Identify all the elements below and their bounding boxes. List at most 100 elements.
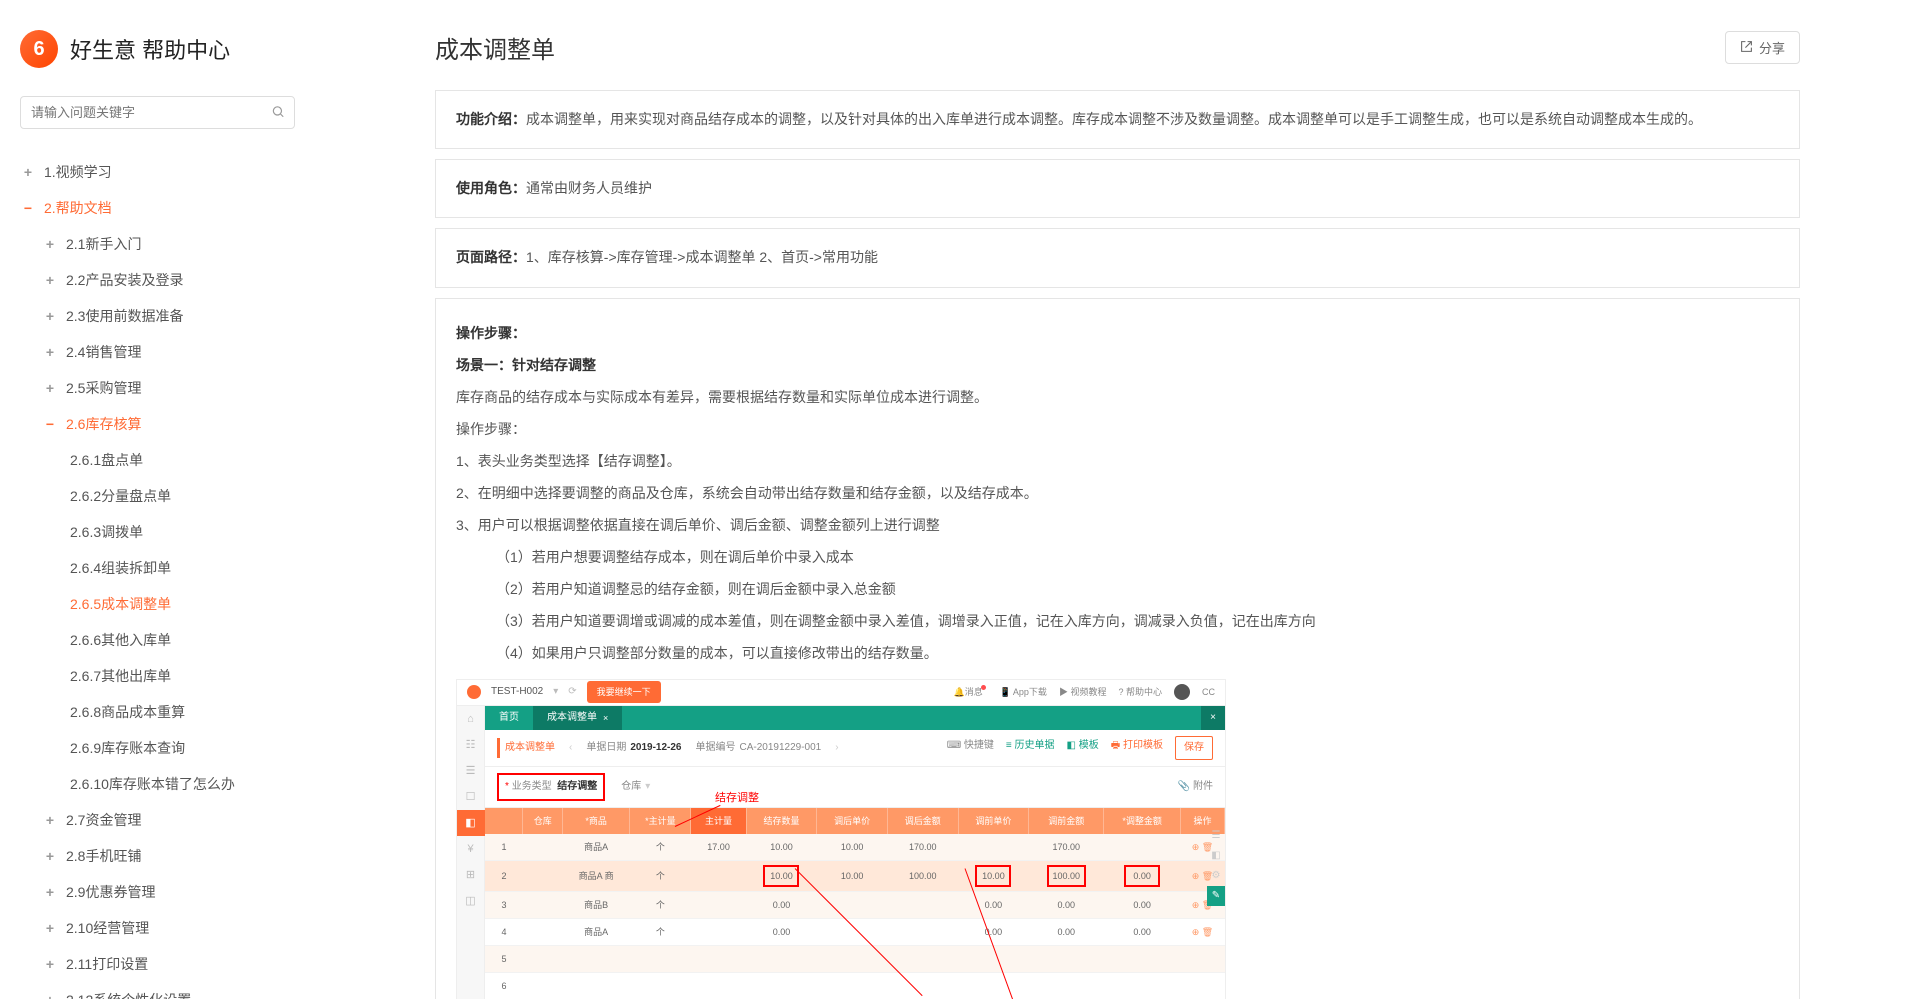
plus-icon [42, 380, 58, 396]
ss-cell [1029, 945, 1104, 972]
role-text: 通常由财务人员维护 [526, 180, 652, 196]
ss-cell: 10.00 [746, 834, 817, 861]
nav-item[interactable]: 2.4销售管理 [20, 334, 295, 370]
ss-cell: 0.00 [746, 918, 817, 945]
nav-item[interactable]: 2.6.5成本调整单 [20, 586, 295, 622]
ss-no-val: CA-20191229-001 [740, 738, 822, 758]
nav-item[interactable]: 2.6.4组装拆卸单 [20, 550, 295, 586]
nav-item[interactable]: 2.3使用前数据准备 [20, 298, 295, 334]
ss-cell: 0.00 [958, 891, 1029, 918]
ss-col-header: 主计量 [691, 808, 746, 834]
page-title: 成本调整单 [435, 30, 555, 65]
ss-table-row: 4商品A个0.000.000.000.00⊕ 🗑 [485, 918, 1225, 945]
sidebar: 6 好生意 帮助中心 1.视频学习2.帮助文档2.1新手入门2.2产品安装及登录… [0, 0, 315, 999]
ss-tpl-link: ◧ 模板 [1067, 736, 1099, 760]
ss-cell: ⊕ 🗑 [1180, 918, 1224, 945]
nav-item-label: 2.6.7其他出库单 [70, 666, 171, 686]
nav-item[interactable]: 2.6库存核算 [20, 406, 295, 442]
search-input[interactable] [20, 96, 295, 129]
ss-cell [691, 891, 746, 918]
minus-icon [20, 200, 36, 216]
ss-cell [523, 918, 563, 945]
nav-item[interactable]: 2.12系统个性化设置 [20, 982, 295, 999]
step3-4: （4）如果用户只调整部分数量的成本，可以直接修改带出的结存数量。 [456, 639, 1779, 667]
nav-item[interactable]: 2.2产品安装及登录 [20, 262, 295, 298]
ss-cell [691, 945, 746, 972]
ss-cell [563, 972, 630, 999]
ss-side-nav: ⌂ ☷ ☰ ☐ ◧ ¥ ⊞ ◫ [457, 706, 485, 999]
nav-item[interactable]: 2.7资金管理 [20, 802, 295, 838]
nav-item[interactable]: 2.11打印设置 [20, 946, 295, 982]
ss-col-header: 调前金额 [1029, 808, 1104, 834]
ss-table-wrap: 仓库*商品*主计量主计量结存数量调后单价调后金额调前单价调前金额*调整金额操作1… [485, 808, 1225, 999]
ss-avatar-icon [1174, 684, 1190, 700]
plus-icon [42, 272, 58, 288]
nav-item[interactable]: 2.6.6其他入库单 [20, 622, 295, 658]
nav-item[interactable]: 2.6.10库存账本错了怎么办 [20, 766, 295, 802]
ss-col-header: *主计量 [630, 808, 691, 834]
ss-cell [691, 918, 746, 945]
nav-item-label: 2.6.5成本调整单 [70, 594, 171, 614]
share-button[interactable]: 分享 [1725, 31, 1800, 64]
ss-cell: 2 [485, 860, 523, 891]
scene1-desc: 库存商品的结存成本与实际成本有差异，需要根据结存数量和实际单位成本进行调整。 [456, 383, 1779, 411]
ss-table-row: 2商品A 商个10.0010.00100.0010.00100.000.00⊕ … [485, 860, 1225, 891]
ss-col-header: 结存数量 [746, 808, 817, 834]
nav-item[interactable]: 2.6.8商品成本重算 [20, 694, 295, 730]
ss-table-row: 6 [485, 972, 1225, 999]
ss-copy-icon: ⊕ [1192, 871, 1200, 881]
nav-item-label: 2.2产品安装及登录 [66, 270, 183, 290]
ss-cell [887, 918, 958, 945]
intro-label: 功能介绍： [456, 111, 526, 127]
scene1-title: 场景一：针对结存调整 [456, 351, 1779, 379]
nav-item[interactable]: 2.6.3调拨单 [20, 514, 295, 550]
nav-item-label: 2.1新手入门 [66, 234, 141, 254]
ss-tab-home: 首页 [485, 706, 533, 730]
ss-cell: 10.00 [746, 860, 817, 891]
content-block: 操作步骤： 场景一：针对结存调整 库存商品的结存成本与实际成本有差异，需要根据结… [435, 298, 1800, 999]
ss-logo-icon [467, 685, 481, 699]
ss-cell: 个 [630, 918, 691, 945]
nav-item-label: 2.6.8商品成本重算 [70, 702, 185, 722]
share-icon [1740, 40, 1753, 56]
step3-1: （1）若用户想要调整结存成本，则在调后单价中录入成本 [456, 543, 1779, 571]
nav-item[interactable]: 2.10经营管理 [20, 910, 295, 946]
ss-col-header: *商品 [563, 808, 630, 834]
nav-item-label: 2.帮助文档 [44, 198, 112, 218]
ss-col-header: 调后单价 [817, 808, 888, 834]
ss-tabbar: 首页 成本调整单× × [485, 706, 1225, 730]
nav-item[interactable]: 2.帮助文档 [20, 190, 295, 226]
nav-item[interactable]: 2.9优惠券管理 [20, 874, 295, 910]
ss-biztype-field: * 业务类型 结存调整 [497, 773, 605, 801]
nav-item[interactable]: 2.8手机旺铺 [20, 838, 295, 874]
role-box: 使用角色：通常由财务人员维护 [435, 159, 1800, 218]
nav-item-label: 2.8手机旺铺 [66, 846, 141, 866]
nav-item[interactable]: 1.视频学习 [20, 154, 295, 190]
ss-home-icon: ⌂ [457, 706, 485, 732]
ss-tool-icon: ☰ [1207, 826, 1225, 846]
nav-item[interactable]: 2.1新手入门 [20, 226, 295, 262]
ss-doc-icon: ☰ [457, 758, 485, 784]
ss-cell [746, 972, 817, 999]
ss-cell [1180, 972, 1224, 999]
nav-item-label: 2.5采购管理 [66, 378, 141, 398]
nav-item[interactable]: 2.5采购管理 [20, 370, 295, 406]
ss-cell: 个 [630, 891, 691, 918]
ss-next-icon: › [835, 738, 838, 758]
nav-item[interactable]: 2.6.1盘点单 [20, 442, 295, 478]
ss-no-label: 单据编号 [696, 738, 736, 758]
ss-prev-icon: ‹ [569, 738, 572, 758]
search-icon[interactable] [271, 104, 285, 121]
ss-cell: 10.00 [817, 860, 888, 891]
nav-item[interactable]: 2.6.2分量盘点单 [20, 478, 295, 514]
ss-print-link: 🖶 打印模板 [1111, 736, 1163, 760]
ss-table: 仓库*商品*主计量主计量结存数量调后单价调后金额调前单价调前金额*调整金额操作1… [485, 808, 1225, 999]
main-content: 成本调整单 分享 功能介绍：成本调整单，用来实现对商品结存成本的调整，以及针对具… [315, 0, 1920, 999]
ss-cell: 1 [485, 834, 523, 861]
step3-2: （2）若用户知道调整忌的结存金额，则在调后金额中录入总金额 [456, 575, 1779, 603]
nav-item-label: 2.3使用前数据准备 [66, 306, 183, 326]
nav-item[interactable]: 2.6.7其他出库单 [20, 658, 295, 694]
nav-item[interactable]: 2.6.9库存账本查询 [20, 730, 295, 766]
ss-cell: 17.00 [691, 834, 746, 861]
ss-cell: 4 [485, 918, 523, 945]
